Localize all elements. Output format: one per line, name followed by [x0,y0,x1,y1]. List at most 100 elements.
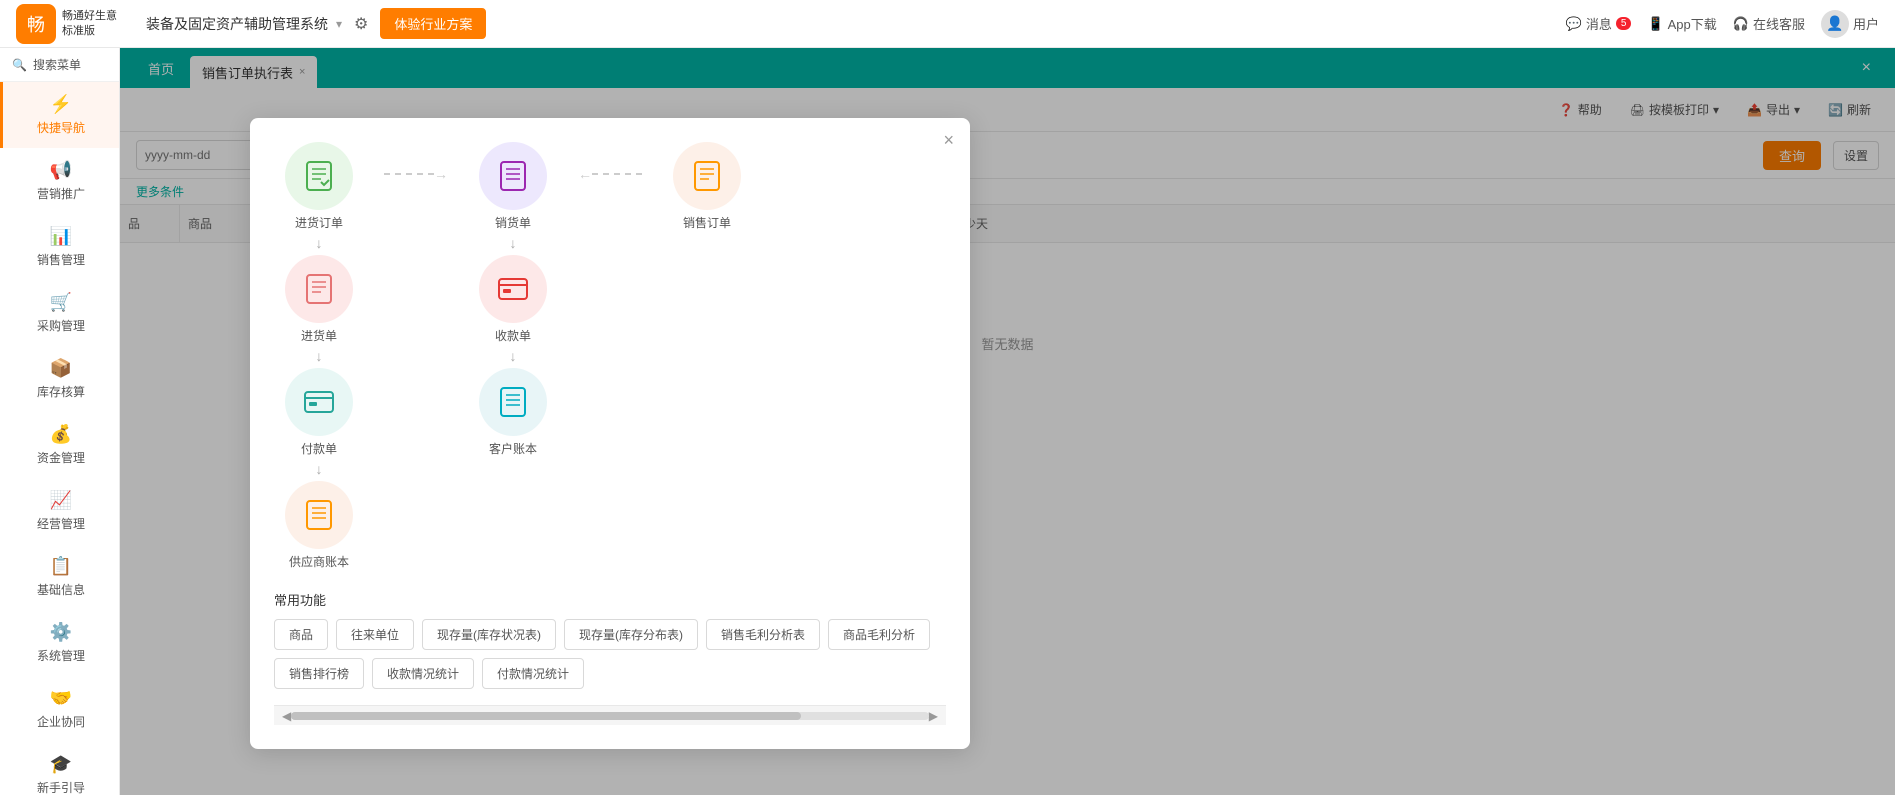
user-item[interactable]: 👤 用户 [1821,10,1879,38]
sidebar-item-purchase[interactable]: 🛒 采购管理 [0,280,119,346]
common-btn-stock-dist[interactable]: 现存量(库存分布表) [564,619,698,650]
message-item[interactable]: 💬 消息 5 [1566,14,1632,33]
sidebar-item-label: 营销推广 [37,185,85,202]
search-icon: 🔍 [12,58,27,72]
common-buttons-row1: 商品 往来单位 现存量(库存状况表) 现存量(库存分布表) 销售毛利分析表 商品… [274,619,946,650]
scroll-track[interactable] [291,712,929,720]
payment-label: 付款单 [301,440,337,457]
box-icon: 📦 [50,358,72,379]
message-icon: 💬 [1566,16,1582,32]
flow-diagram: 进货订单 ↓ 进货单 ↓ 付款单 ↓ 供应商账本 [274,142,946,570]
customer-ledger-circle[interactable] [479,368,547,436]
handshake-icon: 🤝 [50,688,72,709]
sales-order-label: 销售订单 [683,214,731,231]
purchase-order-circle[interactable] [285,142,353,210]
common-btn-product[interactable]: 商品 [274,619,328,650]
sidebar-item-label: 采购管理 [37,317,85,334]
down-arrow: ↓ [316,348,323,364]
receipt-circle[interactable] [479,255,547,323]
clipboard-icon: 📋 [50,556,72,577]
trend-icon: 📈 [50,490,72,511]
message-label: 消息 [1586,14,1612,33]
search-menu[interactable]: 🔍 搜索菜单 [0,48,119,82]
logo-area: 畅 畅通好生意标准版 [16,4,136,44]
sidebar-item-newbie[interactable]: 🎓 新手引导 [0,742,119,795]
top-bar: 畅 畅通好生意标准版 装备及固定资产辅助管理系统 ▾ ⚙ 体验行业方案 💬 消息… [0,0,1895,48]
lightning-icon: ⚡ [50,94,72,115]
popup-close-icon[interactable]: × [943,130,954,151]
common-btn-payment-stats[interactable]: 付款情况统计 [482,658,584,689]
sidebar-item-system[interactable]: ⚙️ 系统管理 [0,610,119,676]
sidebar-item-label: 企业协同 [37,713,85,730]
sidebar-item-label: 快捷导航 [37,119,85,136]
online-service-label: 在线客服 [1753,14,1805,33]
graduation-icon: 🎓 [50,754,72,775]
money-icon: 💰 [50,424,72,445]
common-btn-profit-analysis[interactable]: 销售毛利分析表 [706,619,820,650]
sidebar-item-label: 库存核算 [37,383,85,400]
scroll-left-icon[interactable]: ◀ [282,709,291,723]
scroll-bar: ◀ ▶ [274,705,946,725]
sales-label: 销货单 [495,214,531,231]
common-functions-section: 常用功能 商品 往来单位 现存量(库存状况表) 现存量(库存分布表) 销售毛利分… [274,590,946,689]
receipt-label: 收款单 [495,327,531,344]
purchase-label: 进货单 [301,327,337,344]
content-area: 首页 销售订单执行表 × × ❓ 帮助 🖨 按模板打印 ▾ [120,48,1895,795]
purchase-circle[interactable] [285,255,353,323]
online-service-item[interactable]: 🎧 在线客服 [1733,14,1805,33]
sidebar-item-marketing[interactable]: 📢 营销推广 [0,148,119,214]
trial-button[interactable]: 体验行业方案 [380,8,486,39]
common-btn-stock-status[interactable]: 现存量(库存状况表) [422,619,556,650]
sidebar-item-label: 基础信息 [37,581,85,598]
sidebar-item-quicknav[interactable]: ⚡ 快捷导航 [0,82,119,148]
common-functions-title: 常用功能 [274,590,946,609]
avatar: 👤 [1821,10,1849,38]
app-download-item[interactable]: 📱 App下载 [1647,14,1716,33]
scroll-thumb[interactable] [291,712,801,720]
common-btn-product-profit[interactable]: 商品毛利分析 [828,619,930,650]
sales-circle[interactable] [479,142,547,210]
megaphone-icon: 📢 [50,160,72,181]
down-arrow: ↓ [316,235,323,251]
sidebar-item-label: 销售管理 [37,251,85,268]
sidebar-item-label: 资金管理 [37,449,85,466]
common-btn-sales-rank[interactable]: 销售排行榜 [274,658,364,689]
app-download-label: App下载 [1668,14,1717,33]
common-btn-contacts[interactable]: 往来单位 [336,619,414,650]
sidebar-item-inventory[interactable]: 📦 库存核算 [0,346,119,412]
sidebar-item-label: 经营管理 [37,515,85,532]
sidebar-item-cooperation[interactable]: 🤝 企业协同 [0,676,119,742]
cart-icon: 🛒 [50,292,72,313]
customer-ledger-label: 客户账本 [489,440,537,457]
sidebar-item-management[interactable]: 📈 经营管理 [0,478,119,544]
common-buttons-row2: 销售排行榜 收款情况统计 付款情况统计 [274,658,946,689]
chart-icon: 📊 [50,226,72,247]
supplier-ledger-label: 供应商账本 [289,553,349,570]
system-dropdown-icon[interactable]: ▾ [336,17,342,31]
scroll-right-icon[interactable]: ▶ [929,709,938,723]
logo-text: 畅通好生意标准版 [62,9,117,38]
phone-icon: 📱 [1647,16,1663,32]
popup-dialog: × 进货订单 ↓ 进货单 ↓ [250,118,970,749]
common-btn-receipt-stats[interactable]: 收款情况统计 [372,658,474,689]
sidebar-item-base[interactable]: 📋 基础信息 [0,544,119,610]
user-name: 用户 [1853,14,1879,33]
sales-order-circle[interactable] [673,142,741,210]
gear-icon: ⚙️ [50,622,72,643]
popup-overlay[interactable]: × 进货订单 ↓ 进货单 ↓ [120,48,1895,795]
down-arrow: ↓ [510,348,517,364]
sidebar-item-finance[interactable]: 💰 资金管理 [0,412,119,478]
gear-icon[interactable]: ⚙ [354,14,368,34]
logo-icon: 畅 [16,4,56,44]
sidebar-item-sales[interactable]: 📊 销售管理 [0,214,119,280]
supplier-ledger-circle[interactable] [285,481,353,549]
search-menu-label: 搜索菜单 [33,56,81,73]
headset-icon: 🎧 [1733,16,1749,32]
sidebar: 🔍 搜索菜单 ⚡ 快捷导航 📢 营销推广 📊 销售管理 🛒 采购管理 📦 [0,48,120,795]
down-arrow: ↓ [510,235,517,251]
top-bar-middle: 装备及固定资产辅助管理系统 ▾ ⚙ 体验行业方案 [136,8,1566,39]
sidebar-item-label: 系统管理 [37,647,85,664]
down-arrow: ↓ [316,461,323,477]
payment-circle[interactable] [285,368,353,436]
message-badge: 5 [1616,17,1632,30]
